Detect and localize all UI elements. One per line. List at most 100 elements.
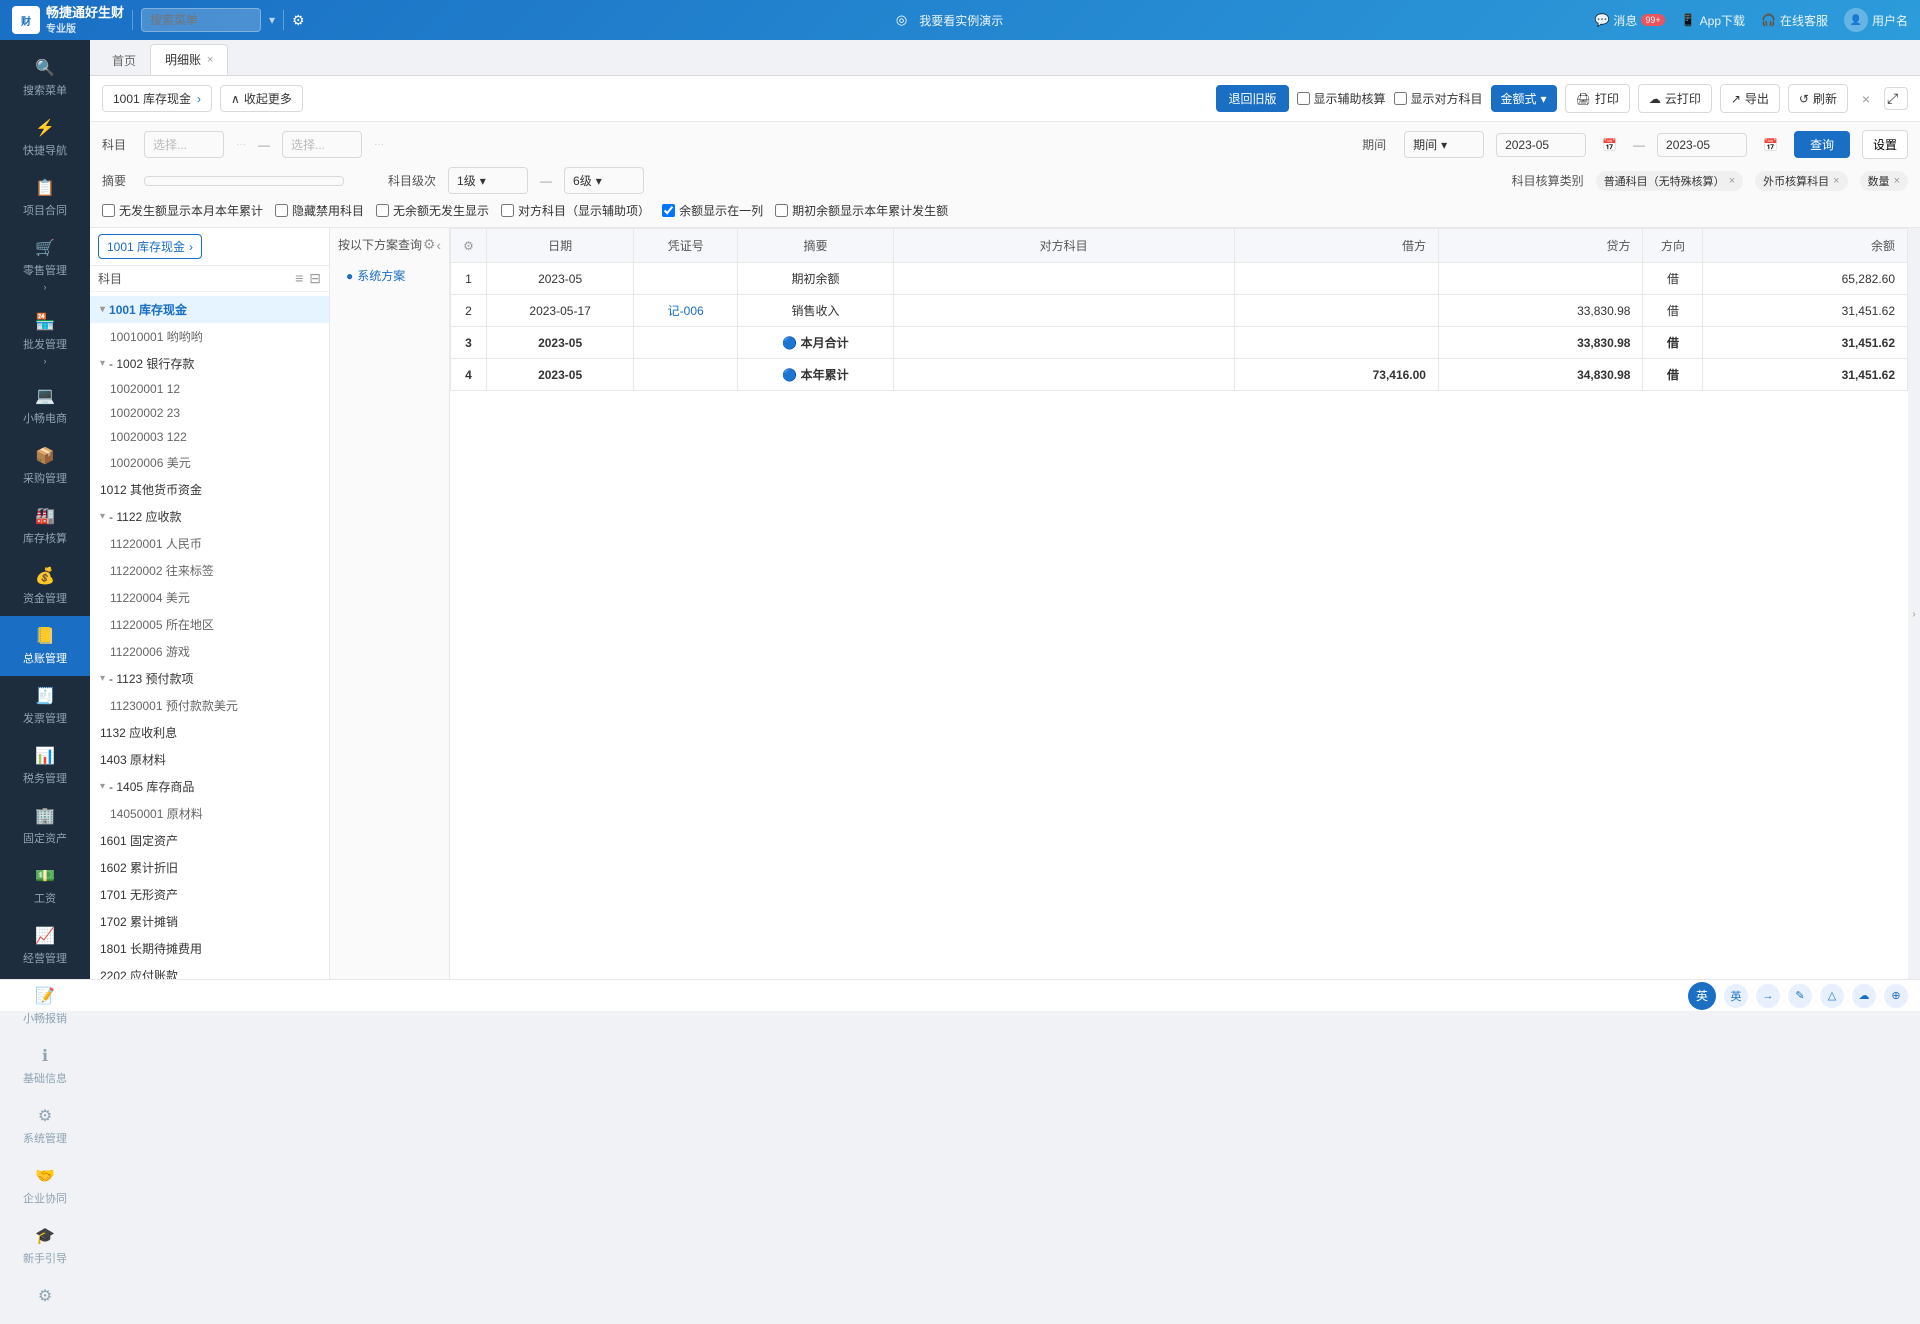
tree-item-1701[interactable]: 1701 无形资产 xyxy=(90,881,329,908)
sidebar-item-retail[interactable]: 🛒 零售管理 › xyxy=(0,228,90,302)
tree-item-10020001[interactable]: 10020001 12 xyxy=(90,377,329,401)
status-icon-5[interactable]: ☁ xyxy=(1852,984,1876,1008)
level-start-select[interactable]: 1级 ▾ xyxy=(448,167,528,194)
subject-end-input[interactable]: 选择... xyxy=(282,131,362,158)
sidebar-item-expense[interactable]: 📝 小畅报销 xyxy=(0,976,90,1036)
tree-item-1702[interactable]: 1702 累计摊销 xyxy=(90,908,329,935)
refresh-btn[interactable]: ↺ 刷新 xyxy=(1788,84,1848,113)
tree-item-1132[interactable]: 1132 应收利息 xyxy=(90,719,329,746)
sidebar-item-purchase[interactable]: 📦 采购管理 xyxy=(0,436,90,496)
cb-balance-col[interactable]: 余额显示在一列 xyxy=(662,202,763,219)
level-end-select[interactable]: 6级 ▾ xyxy=(564,167,644,194)
tag-normal-close[interactable]: × xyxy=(1729,175,1735,187)
back-old-btn[interactable]: 退回旧版 xyxy=(1216,85,1288,112)
status-icon-6[interactable]: ⊕ xyxy=(1884,984,1908,1008)
tree-item-10020002[interactable]: 10020002 23 xyxy=(90,401,329,425)
tree-item-1601[interactable]: 1601 固定资产 xyxy=(90,827,329,854)
selected-account-tag[interactable]: 1001 库存现金 › xyxy=(98,234,202,259)
cb-contra-aux[interactable]: 对方科目（显示辅助项） xyxy=(501,202,650,219)
summary-input[interactable] xyxy=(144,176,344,186)
cb-ytd[interactable]: 期初余额显示本年累计发生额 xyxy=(775,202,948,219)
show-aux-checkbox[interactable]: 显示辅助核算 xyxy=(1297,90,1386,107)
show-contra-input[interactable] xyxy=(1394,92,1407,105)
col-gear[interactable]: ⚙ xyxy=(451,229,487,263)
right-collapse-panel[interactable]: › xyxy=(1908,228,1920,979)
tree-item-1801[interactable]: 1801 长期待摊费用 xyxy=(90,935,329,962)
sidebar-item-ecommerce[interactable]: 💻 小畅电商 xyxy=(0,376,90,436)
tree-item-1602[interactable]: 1602 累计折旧 xyxy=(90,854,329,881)
breadcrumb-arrow-icon[interactable]: › xyxy=(197,92,201,106)
export-btn[interactable]: ↗ 导出 xyxy=(1720,84,1780,113)
filter-settings-btn[interactable]: 设置 xyxy=(1862,130,1908,159)
lang-btn[interactable]: 英 xyxy=(1688,982,1716,1010)
panel-close-btn[interactable]: × xyxy=(1856,89,1876,109)
cb-hide-disabled[interactable]: 隐藏禁用科目 xyxy=(275,202,364,219)
tree-item-14050001[interactable]: 14050001 原材料 xyxy=(90,800,329,827)
sidebar-item-tax[interactable]: 📊 税务管理 xyxy=(0,736,90,796)
dropdown-arrow[interactable]: ▾ xyxy=(269,13,275,27)
status-icon-4[interactable]: △ xyxy=(1820,984,1844,1008)
tab-detail[interactable]: 明细账 × xyxy=(150,44,228,75)
subject-input[interactable]: 选择... xyxy=(144,131,224,158)
filter-collapse-icon[interactable]: ‹ xyxy=(436,237,441,253)
system-method-item[interactable]: ● 系统方案 xyxy=(338,261,441,290)
cb-no-amount[interactable]: 无发生额显示本月本年累计 xyxy=(102,202,263,219)
period-type-select[interactable]: 期间 ▾ xyxy=(1404,131,1484,158)
period-end-input[interactable]: 2023-05 xyxy=(1657,133,1747,157)
sidebar-item-collab[interactable]: 🤝 企业协同 xyxy=(0,1156,90,1216)
sidebar-item-system[interactable]: ⚙ 系统管理 xyxy=(0,1096,90,1156)
cloud-print-btn[interactable]: ☁ 云打印 xyxy=(1638,84,1712,113)
status-icon-3[interactable]: ✎ xyxy=(1788,984,1812,1008)
status-icon-1[interactable]: 英 xyxy=(1724,984,1748,1008)
sidebar-item-finance[interactable]: 💰 资金管理 xyxy=(0,556,90,616)
status-icon-2[interactable]: → xyxy=(1756,984,1780,1008)
tree-item-1403[interactable]: 1403 原材料 xyxy=(90,746,329,773)
tree-item-1123[interactable]: ▾ - 1123 预付款项 xyxy=(90,665,329,692)
tree-item-1001[interactable]: ▾ 1001 库存现金 xyxy=(90,296,329,323)
tree-item-1012[interactable]: 1012 其他货币资金 xyxy=(90,476,329,503)
period-start-input[interactable]: 2023-05 xyxy=(1496,133,1586,157)
tag-quantity-close[interactable]: × xyxy=(1894,175,1900,187)
tab-close-btn[interactable]: × xyxy=(207,54,213,66)
app-download-btn[interactable]: 📱 App下载 xyxy=(1681,12,1745,29)
sidebar-item-basic[interactable]: ℹ 基础信息 xyxy=(0,1036,90,1096)
sidebar-item-settings[interactable]: ⚙ xyxy=(0,1276,90,1316)
sidebar-item-assets[interactable]: 🏢 固定资产 xyxy=(0,796,90,856)
tree-item-11220005[interactable]: 11220005 所在地区 xyxy=(90,611,329,638)
top-search-input[interactable] xyxy=(141,8,261,32)
settings-icon[interactable]: ⚙ xyxy=(292,12,305,29)
sidebar-item-wholesale[interactable]: 🏪 批发管理 › xyxy=(0,302,90,376)
tree-item-11220004[interactable]: 11220004 美元 xyxy=(90,584,329,611)
message-btn[interactable]: 💬 消息 99+ xyxy=(1594,12,1664,29)
tree-item-11220006[interactable]: 11220006 游戏 xyxy=(90,638,329,665)
voucher-link[interactable]: 记-006 xyxy=(668,304,704,318)
demo-link[interactable]: 我要看实例演示 xyxy=(919,12,1003,29)
tree-expand-all-icon[interactable]: ≡ xyxy=(295,270,303,287)
tree-item-10010001[interactable]: 10010001 哟哟哟 xyxy=(90,323,329,350)
sidebar-item-guide[interactable]: 🎓 新手引导 xyxy=(0,1216,90,1276)
format-btn[interactable]: 金额式 ▾ xyxy=(1491,85,1557,112)
tab-home[interactable]: 首页 xyxy=(98,46,150,75)
tree-item-11220001[interactable]: 11220001 人民币 xyxy=(90,530,329,557)
sidebar-item-invoice[interactable]: 🧾 发票管理 xyxy=(0,676,90,736)
tree-item-1002[interactable]: ▾ - 1002 银行存款 xyxy=(90,350,329,377)
tree-collapse-icon[interactable]: ⊟ xyxy=(309,270,321,287)
tree-item-10020006[interactable]: 10020006 美元 xyxy=(90,449,329,476)
sidebar-item-inventory[interactable]: 🏭 库存核算 xyxy=(0,496,90,556)
show-aux-input[interactable] xyxy=(1297,92,1310,105)
tree-item-1122[interactable]: ▾ - 1122 应收款 xyxy=(90,503,329,530)
filter-gear-icon[interactable]: ⚙ xyxy=(423,236,436,253)
sidebar-item-quicknav[interactable]: ⚡ 快捷导航 xyxy=(0,108,90,168)
show-contra-checkbox[interactable]: 显示对方科目 xyxy=(1394,90,1483,107)
online-service-btn[interactable]: 🎧 在线客服 xyxy=(1761,12,1828,29)
sidebar-item-ledger[interactable]: 📒 总账管理 xyxy=(0,616,90,676)
cb-no-balance[interactable]: 无余额无发生显示 xyxy=(376,202,489,219)
sidebar-item-salary[interactable]: 💵 工资 xyxy=(0,856,90,916)
tree-item-10020003[interactable]: 10020003 122 xyxy=(90,425,329,449)
maximize-btn[interactable]: ⤢ xyxy=(1884,87,1908,110)
table-gear-icon[interactable]: ⚙ xyxy=(463,239,474,253)
sidebar-item-operation[interactable]: 📈 经营管理 xyxy=(0,916,90,976)
tag-foreign-close[interactable]: × xyxy=(1833,175,1839,187)
tree-item-1405[interactable]: ▾ - 1405 库存商品 xyxy=(90,773,329,800)
sidebar-item-project[interactable]: 📋 项目合同 xyxy=(0,168,90,228)
